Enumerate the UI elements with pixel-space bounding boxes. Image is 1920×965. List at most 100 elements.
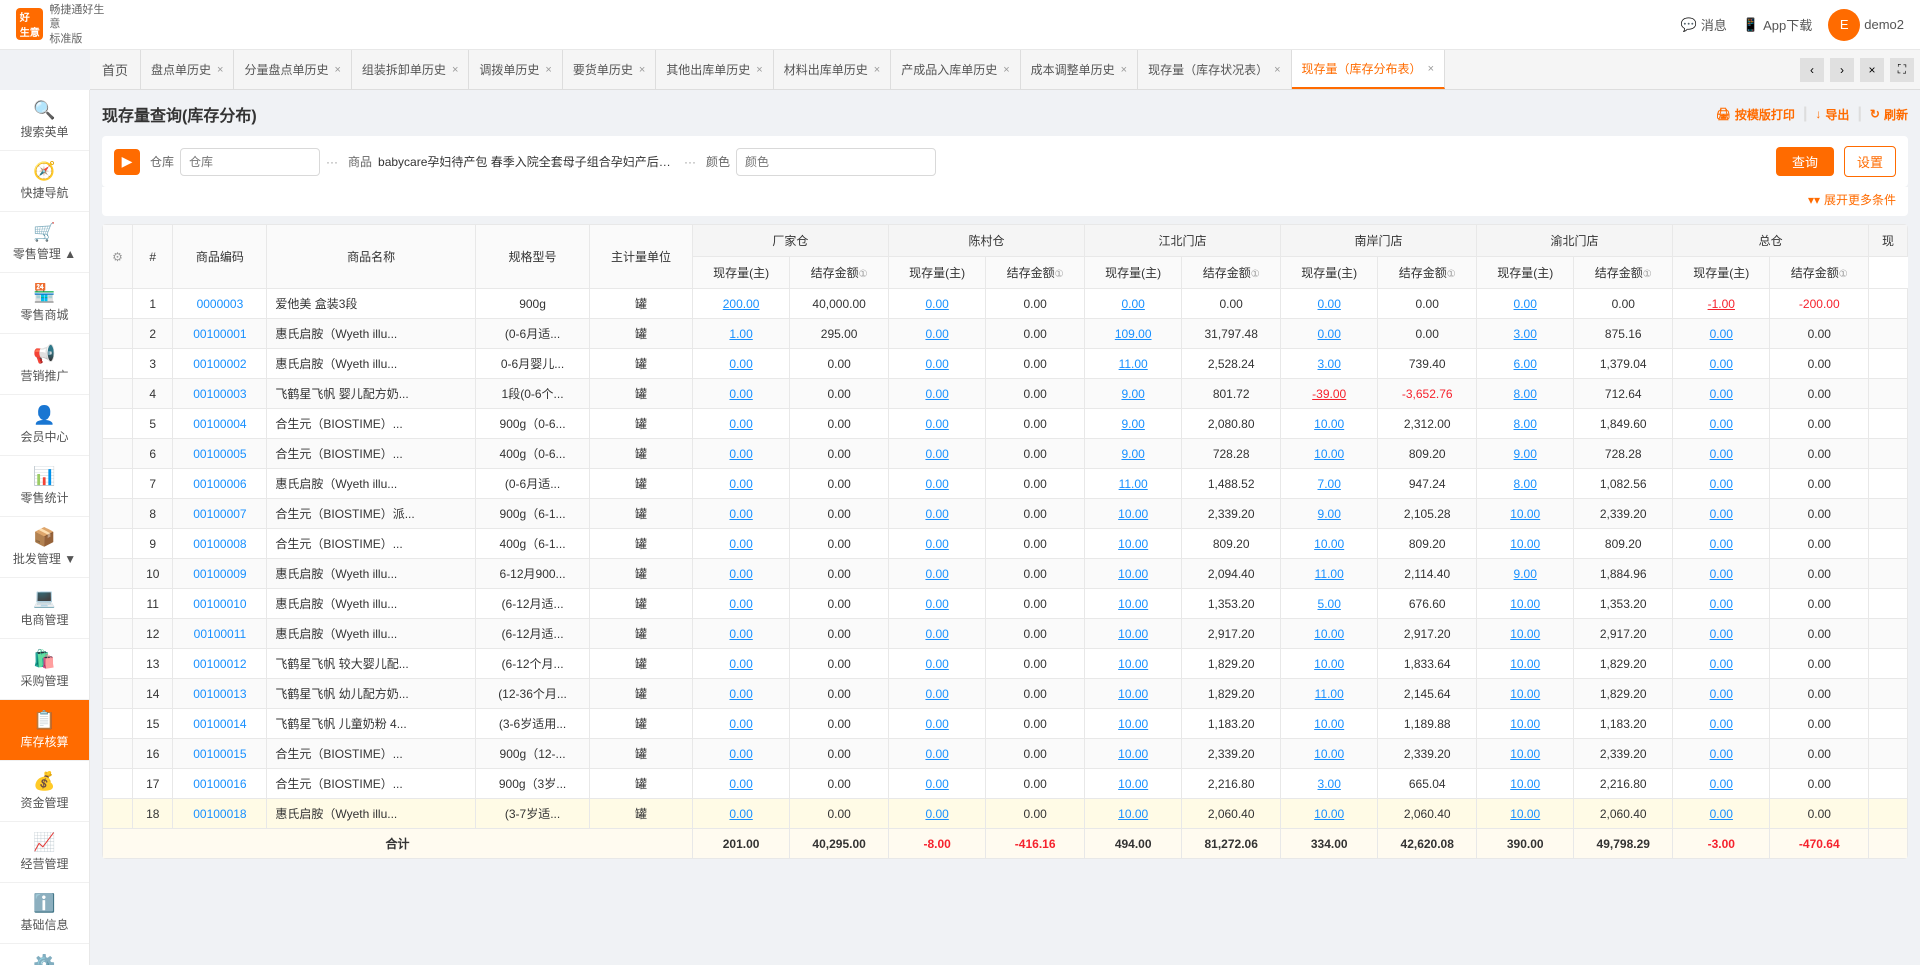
table-cell[interactable]: 10.00 — [1281, 799, 1378, 829]
refresh-btn[interactable]: ↻ 刷新 — [1870, 106, 1908, 123]
tab-material-out[interactable]: 材料出库单历史 × — [774, 50, 891, 89]
table-cell[interactable]: 0.00 — [692, 709, 789, 739]
table-cell-code[interactable]: 00100001 — [173, 319, 267, 349]
table-cell[interactable]: 0.00 — [1673, 319, 1770, 349]
table-cell[interactable]: 0.00 — [1281, 289, 1378, 319]
table-cell[interactable]: 10.00 — [1084, 499, 1181, 529]
table-cell[interactable]: 0.00 — [692, 739, 789, 769]
table-cell[interactable]: 3.00 — [1281, 769, 1378, 799]
table-cell[interactable]: 0.00 — [1673, 769, 1770, 799]
table-cell[interactable]: 8.00 — [1477, 379, 1574, 409]
th-settings[interactable]: ⚙ — [103, 225, 133, 289]
table-cell[interactable]: 0.00 — [888, 709, 985, 739]
sidebar-item-marketing[interactable]: 📢 营销推广 — [0, 334, 89, 395]
table-cell[interactable]: 10.00 — [1084, 799, 1181, 829]
tab-prev-btn[interactable]: ‹ — [1800, 58, 1824, 82]
tab-cost-adjust[interactable]: 成本调整单历史 × — [1021, 50, 1138, 89]
table-cell[interactable]: 0.00 — [1084, 289, 1181, 319]
table-cell[interactable]: 1.00 — [692, 319, 789, 349]
table-cell[interactable]: 200.00 — [692, 289, 789, 319]
table-cell[interactable]: 10.00 — [1084, 619, 1181, 649]
table-cell[interactable]: 0.00 — [888, 739, 985, 769]
table-cell-code[interactable]: 00100014 — [173, 709, 267, 739]
table-cell[interactable]: 9.00 — [1477, 439, 1574, 469]
table-cell[interactable]: 10.00 — [1477, 769, 1574, 799]
table-cell[interactable]: 0.00 — [888, 379, 985, 409]
table-cell[interactable]: 6.00 — [1477, 349, 1574, 379]
app-download-btn[interactable]: 📱 App下载 — [1743, 15, 1812, 34]
table-cell-code[interactable]: 0000003 — [173, 289, 267, 319]
table-cell[interactable]: 9.00 — [1084, 379, 1181, 409]
table-cell[interactable]: 10.00 — [1477, 619, 1574, 649]
table-cell[interactable]: 0.00 — [1673, 439, 1770, 469]
table-cell[interactable]: 3.00 — [1281, 349, 1378, 379]
table-cell[interactable]: 10.00 — [1281, 739, 1378, 769]
table-cell-code[interactable]: 00100005 — [173, 439, 267, 469]
table-cell[interactable]: 10.00 — [1477, 679, 1574, 709]
warehouse-dots[interactable]: ··· — [326, 155, 338, 169]
table-cell[interactable]: 10.00 — [1477, 499, 1574, 529]
table-cell-code[interactable]: 00100003 — [173, 379, 267, 409]
sidebar-item-search[interactable]: 🔍 搜索英单 — [0, 90, 89, 151]
table-cell[interactable]: 0.00 — [888, 589, 985, 619]
table-cell[interactable]: -39.00 — [1281, 379, 1378, 409]
search-expand-btn[interactable]: ▶ — [114, 149, 140, 175]
tab-close-icon[interactable]: × — [1003, 64, 1009, 76]
table-cell[interactable]: 0.00 — [888, 319, 985, 349]
table-cell[interactable]: 0.00 — [692, 649, 789, 679]
table-cell[interactable]: 0.00 — [1673, 349, 1770, 379]
table-cell-code[interactable]: 00100018 — [173, 799, 267, 829]
tab-expand-btn[interactable]: ⛶ — [1890, 58, 1914, 82]
table-cell-code[interactable]: 00100002 — [173, 349, 267, 379]
table-cell[interactable]: 10.00 — [1084, 769, 1181, 799]
tab-close-icon[interactable]: × — [334, 64, 340, 76]
table-cell[interactable]: 10.00 — [1281, 439, 1378, 469]
expand-more-btn[interactable]: ▾▾ 展开更多条件 — [1808, 191, 1896, 208]
table-cell-code[interactable]: 00100013 — [173, 679, 267, 709]
table-cell[interactable]: 10.00 — [1084, 679, 1181, 709]
table-cell[interactable]: 0.00 — [888, 799, 985, 829]
table-cell[interactable]: 10.00 — [1477, 739, 1574, 769]
table-cell[interactable]: 0.00 — [1673, 469, 1770, 499]
table-cell[interactable]: 0.00 — [1673, 529, 1770, 559]
table-cell[interactable]: 0.00 — [692, 619, 789, 649]
sidebar-item-finance[interactable]: 💰 资金管理 — [0, 761, 89, 822]
export-btn[interactable]: ↓ 导出 — [1815, 106, 1849, 123]
table-cell-code[interactable]: 00100011 — [173, 619, 267, 649]
table-cell[interactable]: 0.00 — [888, 349, 985, 379]
table-cell-code[interactable]: 00100009 — [173, 559, 267, 589]
sidebar-item-wholesale[interactable]: 📦 批发管理 ▼ — [0, 517, 89, 578]
table-cell[interactable]: 9.00 — [1477, 559, 1574, 589]
table-cell[interactable]: 10.00 — [1084, 649, 1181, 679]
table-cell[interactable]: 5.00 — [1281, 589, 1378, 619]
table-cell[interactable]: 0.00 — [1673, 799, 1770, 829]
table-cell-code[interactable]: 00100016 — [173, 769, 267, 799]
table-cell[interactable]: 10.00 — [1281, 529, 1378, 559]
sidebar-item-ecommerce[interactable]: 💻 电商管理 — [0, 578, 89, 639]
table-cell[interactable]: 0.00 — [692, 559, 789, 589]
table-cell[interactable]: 0.00 — [1673, 409, 1770, 439]
table-cell[interactable]: 11.00 — [1084, 469, 1181, 499]
table-cell[interactable]: 10.00 — [1477, 799, 1574, 829]
settings-btn[interactable]: 设置 — [1844, 146, 1896, 177]
table-cell[interactable]: 0.00 — [1673, 559, 1770, 589]
sidebar-item-nav[interactable]: 🧭 快捷导航 — [0, 151, 89, 212]
sidebar-item-ops[interactable]: 📈 经营管理 — [0, 822, 89, 883]
goods-dots[interactable]: ··· — [684, 155, 696, 169]
tab-stock-status[interactable]: 现存量（库存状况表） × — [1138, 50, 1291, 89]
table-cell[interactable]: 0.00 — [888, 559, 985, 589]
table-cell[interactable]: 9.00 — [1084, 409, 1181, 439]
sidebar-item-basic[interactable]: ℹ️ 基础信息 — [0, 883, 89, 944]
tab-sub-inventory[interactable]: 分量盘点单历史 × — [234, 50, 351, 89]
table-cell[interactable]: 10.00 — [1084, 709, 1181, 739]
table-cell[interactable]: 0.00 — [1673, 649, 1770, 679]
table-cell[interactable]: 0.00 — [888, 409, 985, 439]
table-cell[interactable]: 0.00 — [692, 439, 789, 469]
tab-order[interactable]: 要货单历史 × — [563, 50, 656, 89]
table-cell[interactable]: 0.00 — [1673, 739, 1770, 769]
table-cell[interactable]: 0.00 — [692, 409, 789, 439]
warehouse-input[interactable] — [180, 148, 320, 176]
tab-close-icon[interactable]: × — [1428, 63, 1434, 75]
table-cell[interactable]: 10.00 — [1084, 739, 1181, 769]
tab-next-btn[interactable]: › — [1830, 58, 1854, 82]
